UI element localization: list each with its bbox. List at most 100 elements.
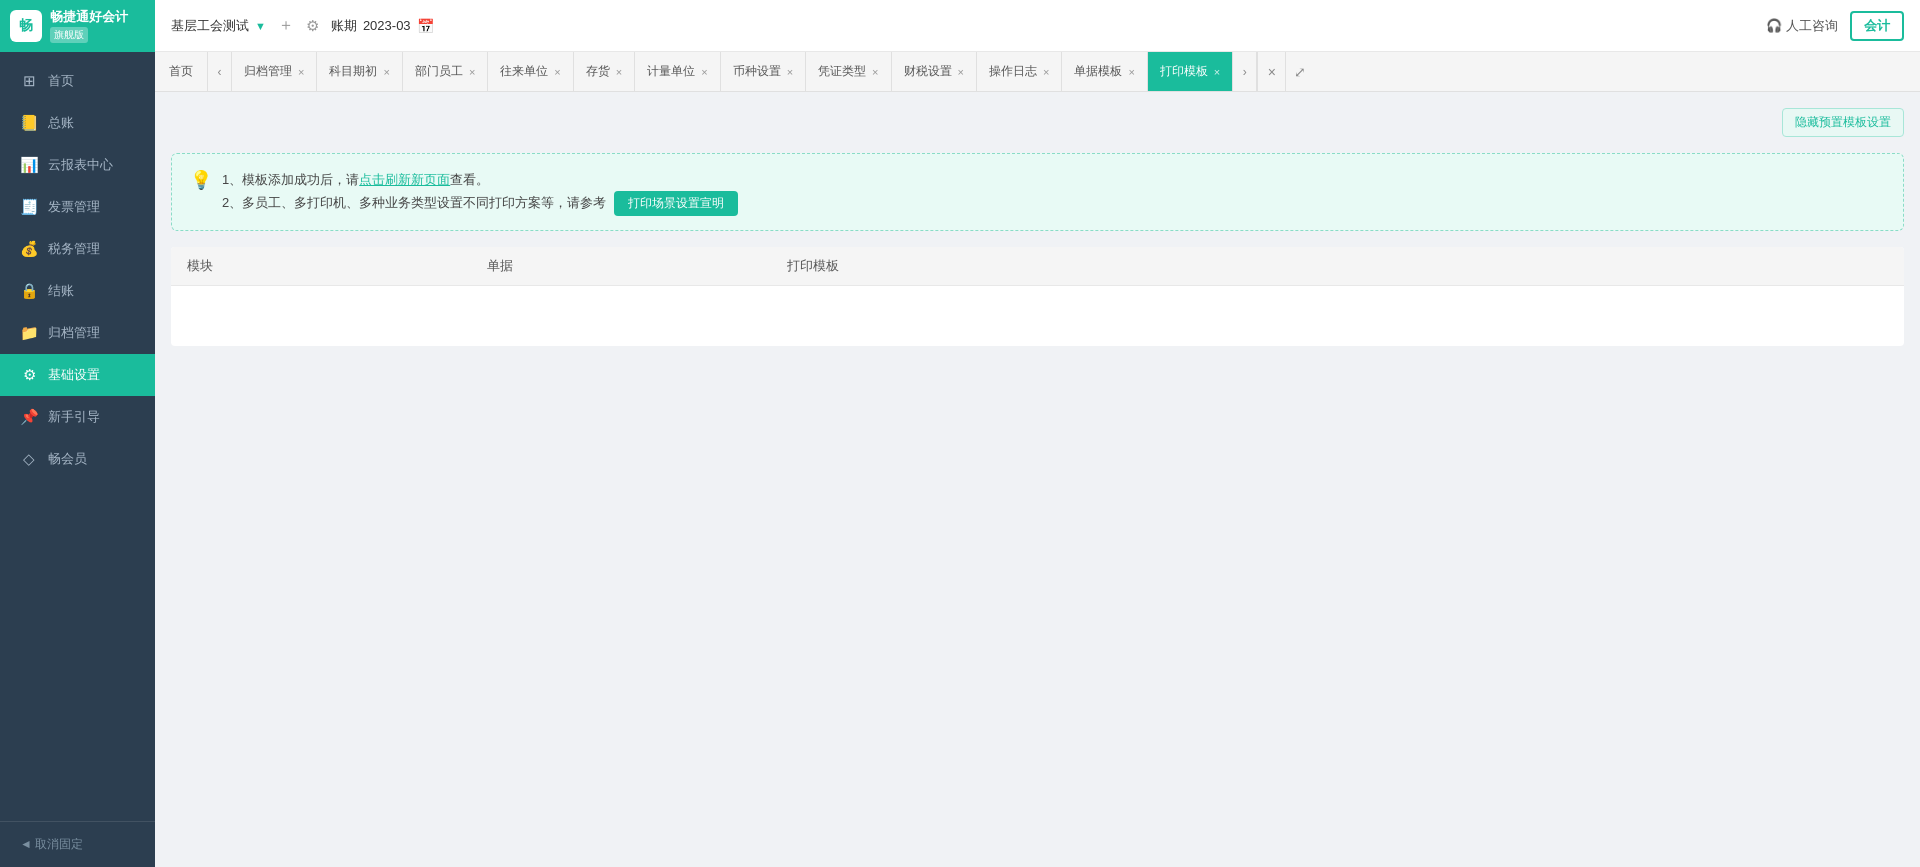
sidebar-item-archive[interactable]: 📁 归档管理	[0, 312, 155, 354]
topbar: 基层工会测试 ▼ ＋ ⚙ 账期 2023-03 📅 🎧 人工咨询 会计	[155, 0, 1920, 52]
sidebar-logo: 畅 畅捷通好会计 旗舰版	[0, 0, 155, 52]
tab-close-print[interactable]: ×	[1214, 66, 1220, 78]
company-dropdown-icon[interactable]: ▼	[255, 20, 266, 32]
sidebar-item-settings[interactable]: ⚙ 基础设置	[0, 354, 155, 396]
support-button[interactable]: 🎧 人工咨询	[1766, 17, 1838, 35]
tab-archive[interactable]: 归档管理 ×	[232, 52, 317, 91]
sidebar-item-member[interactable]: ◇ 畅会员	[0, 438, 155, 480]
add-tab-button[interactable]: ＋	[278, 15, 294, 36]
tab-label-voucher: 凭证类型	[818, 63, 866, 80]
tab-close-archive[interactable]: ×	[298, 66, 304, 78]
tab-label-finance: 财税设置	[904, 63, 952, 80]
company-selector[interactable]: 基层工会测试 ▼	[171, 17, 266, 35]
tab-close-single[interactable]: ×	[1128, 66, 1134, 78]
sidebar-item-invoices[interactable]: 🧾 发票管理	[0, 186, 155, 228]
notice-icon: 💡	[190, 169, 212, 191]
main-area: 基层工会测试 ▼ ＋ ⚙ 账期 2023-03 📅 🎧 人工咨询 会计 首页‹归…	[155, 0, 1920, 867]
sidebar-item-label-settings: 基础设置	[48, 366, 100, 384]
sidebar-item-label-close: 结账	[48, 282, 74, 300]
tab-next-button[interactable]: ›	[1233, 52, 1257, 91]
tab-close-all-button[interactable]: ×	[1257, 52, 1285, 91]
tab-single[interactable]: 单据模板×	[1062, 52, 1147, 91]
logo-text: 畅捷通好会计	[50, 9, 128, 26]
tab-label-counterpart: 往来单位	[500, 63, 548, 80]
sidebar-item-label-archive: 归档管理	[48, 324, 100, 342]
tab-finance[interactable]: 财税设置 ×	[892, 52, 977, 91]
tab-close-oplog[interactable]: ×	[1043, 66, 1049, 78]
guide-nav-icon: 📌	[20, 408, 38, 426]
topbar-settings-icon[interactable]: ⚙	[306, 17, 319, 35]
tab-prev-button[interactable]: ‹	[208, 52, 232, 91]
company-name: 基层工会测试	[171, 17, 249, 35]
tab-close-currency[interactable]: ×	[787, 66, 793, 78]
print-scene-button[interactable]: 打印场景设置宣明	[614, 191, 738, 216]
tab-close-counterpart[interactable]: ×	[554, 66, 560, 78]
sidebar-item-label-invoices: 发票管理	[48, 198, 100, 216]
period-value: 2023-03	[363, 18, 411, 33]
sidebar-item-ledger[interactable]: 📒 总账	[0, 102, 155, 144]
logo-sub: 旗舰版	[50, 27, 88, 43]
tab-unit[interactable]: 计量单位×	[635, 52, 720, 91]
notice-line1: 1、模板添加成功后，请点击刷新新页面查看。	[222, 168, 738, 191]
topbar-right: 🎧 人工咨询 会计	[1766, 11, 1904, 41]
tab-department[interactable]: 部门员工 ×	[403, 52, 488, 91]
tab-home[interactable]: 首页	[155, 52, 208, 91]
tab-label-archive: 归档管理	[244, 63, 292, 80]
sidebar: 畅 畅捷通好会计 旗舰版 ⊞ 首页 📒 总账 📊 云报表中心 🧾 发票管理 💰 税务管理 🔒结账 📁 归…	[0, 0, 155, 867]
tab-close-voucher[interactable]: ×	[872, 66, 878, 78]
content-area: 隐藏预置模板设置 💡 1、模板添加成功后，请点击刷新新页面查看。 2、多员工、多…	[155, 92, 1920, 867]
invoices-nav-icon: 🧾	[20, 198, 38, 216]
tab-close-inventory[interactable]: ×	[616, 66, 622, 78]
tab-close-department[interactable]: ×	[469, 66, 475, 78]
tab-label-oplog: 操作日志	[989, 63, 1037, 80]
tab-print[interactable]: 打印模板×	[1148, 52, 1233, 91]
settings-nav-icon: ⚙	[20, 366, 38, 384]
tab-subject[interactable]: 科目期初 ×	[317, 52, 402, 91]
sidebar-item-label-member: 畅会员	[48, 450, 87, 468]
tab-label-department: 部门员工	[415, 63, 463, 80]
member-nav-icon: ◇	[20, 450, 38, 468]
tab-currency[interactable]: 币种设置×	[721, 52, 806, 91]
tab-voucher[interactable]: 凭证类型 ×	[806, 52, 891, 91]
tax-nav-icon: 💰	[20, 240, 38, 258]
tab-close-finance[interactable]: ×	[958, 66, 964, 78]
col-template: 打印模板	[787, 257, 1888, 275]
sidebar-item-home[interactable]: ⊞ 首页	[0, 60, 155, 102]
tab-bar: 首页‹归档管理×科目期初×部门员工×往来单位×存货×计量单位×币种设置×凭证类型…	[155, 52, 1920, 92]
reports-nav-icon: 📊	[20, 156, 38, 174]
sidebar-item-reports[interactable]: 📊 云报表中心	[0, 144, 155, 186]
table-body	[171, 286, 1904, 346]
ledger-nav-icon: 📒	[20, 114, 38, 132]
expand-button[interactable]: ⤢	[1285, 52, 1313, 91]
tab-counterpart[interactable]: 往来单位 ×	[488, 52, 573, 91]
action-bar: 隐藏预置模板设置	[171, 108, 1904, 145]
sidebar-item-label-reports: 云报表中心	[48, 156, 113, 174]
kuaiji-button[interactable]: 会计	[1850, 11, 1904, 41]
period-label: 账期	[331, 17, 357, 35]
tab-close-subject[interactable]: ×	[383, 66, 389, 78]
cancel-pin-button[interactable]: ◄ 取消固定	[0, 821, 155, 867]
tab-close-unit[interactable]: ×	[701, 66, 707, 78]
home-nav-icon: ⊞	[20, 72, 38, 90]
sidebar-item-label-ledger: 总账	[48, 114, 74, 132]
tab-label-subject: 科目期初	[329, 63, 377, 80]
notice-line2: 2、多员工、多打印机、多种业务类型设置不同打印方案等，请参考 打印场景设置宣明	[222, 191, 738, 216]
sidebar-item-label-home: 首页	[48, 72, 74, 90]
tab-oplog[interactable]: 操作日志 ×	[977, 52, 1062, 91]
sidebar-item-guide[interactable]: 📌新手引导	[0, 396, 155, 438]
calendar-icon: 📅	[417, 18, 434, 34]
notice-text: 1、模板添加成功后，请点击刷新新页面查看。 2、多员工、多打印机、多种业务类型设…	[222, 168, 738, 216]
sidebar-item-close[interactable]: 🔒结账	[0, 270, 155, 312]
archive-nav-icon: 📁	[20, 324, 38, 342]
period-selector[interactable]: 账期 2023-03 📅	[331, 17, 434, 35]
tab-inventory[interactable]: 存货×	[574, 52, 635, 91]
col-module: 模块	[187, 257, 487, 275]
sidebar-nav: ⊞ 首页 📒 总账 📊 云报表中心 🧾 发票管理 💰 税务管理 🔒结账 📁 归档管理 ⚙ 基础设置 📌新手引导…	[0, 52, 155, 821]
sidebar-item-label-tax: 税务管理	[48, 240, 100, 258]
table-header: 模块 单据 打印模板	[171, 247, 1904, 286]
refresh-link[interactable]: 点击刷新新页面	[359, 172, 450, 187]
hide-template-button[interactable]: 隐藏预置模板设置	[1782, 108, 1904, 137]
notice-box: 💡 1、模板添加成功后，请点击刷新新页面查看。 2、多员工、多打印机、多种业务类…	[171, 153, 1904, 231]
sidebar-item-tax[interactable]: 💰 税务管理	[0, 228, 155, 270]
headset-icon: 🎧	[1766, 18, 1782, 33]
